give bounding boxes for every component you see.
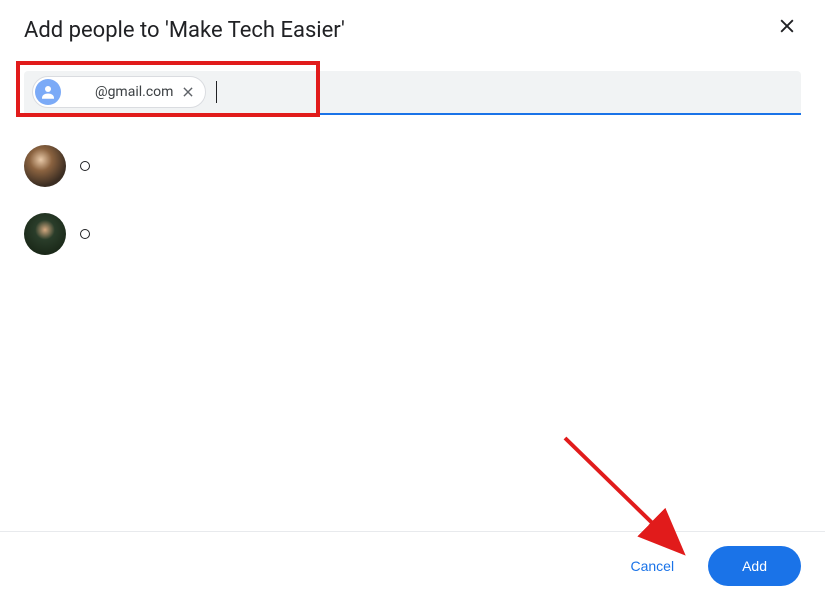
close-button[interactable] — [773, 12, 801, 40]
cancel-button[interactable]: Cancel — [614, 548, 690, 584]
status-indicator — [80, 229, 90, 239]
people-input-container[interactable]: @gmail.com — [24, 71, 801, 115]
suggestion-item[interactable] — [24, 145, 801, 187]
chip-email-text: @gmail.com — [67, 84, 173, 100]
dialog-footer: Cancel Add — [0, 531, 825, 600]
email-chip[interactable]: @gmail.com — [32, 76, 206, 108]
x-icon — [181, 85, 195, 99]
avatar — [24, 145, 66, 187]
person-icon — [35, 79, 61, 105]
suggestion-list — [24, 145, 801, 255]
avatar — [24, 213, 66, 255]
close-icon — [777, 16, 797, 36]
people-text-input[interactable] — [217, 78, 793, 106]
chip-remove-button[interactable] — [179, 83, 197, 101]
add-button[interactable]: Add — [708, 546, 801, 586]
suggestion-item[interactable] — [24, 213, 801, 255]
dialog-title: Add people to 'Make Tech Easier' — [24, 18, 345, 43]
status-indicator — [80, 161, 90, 171]
